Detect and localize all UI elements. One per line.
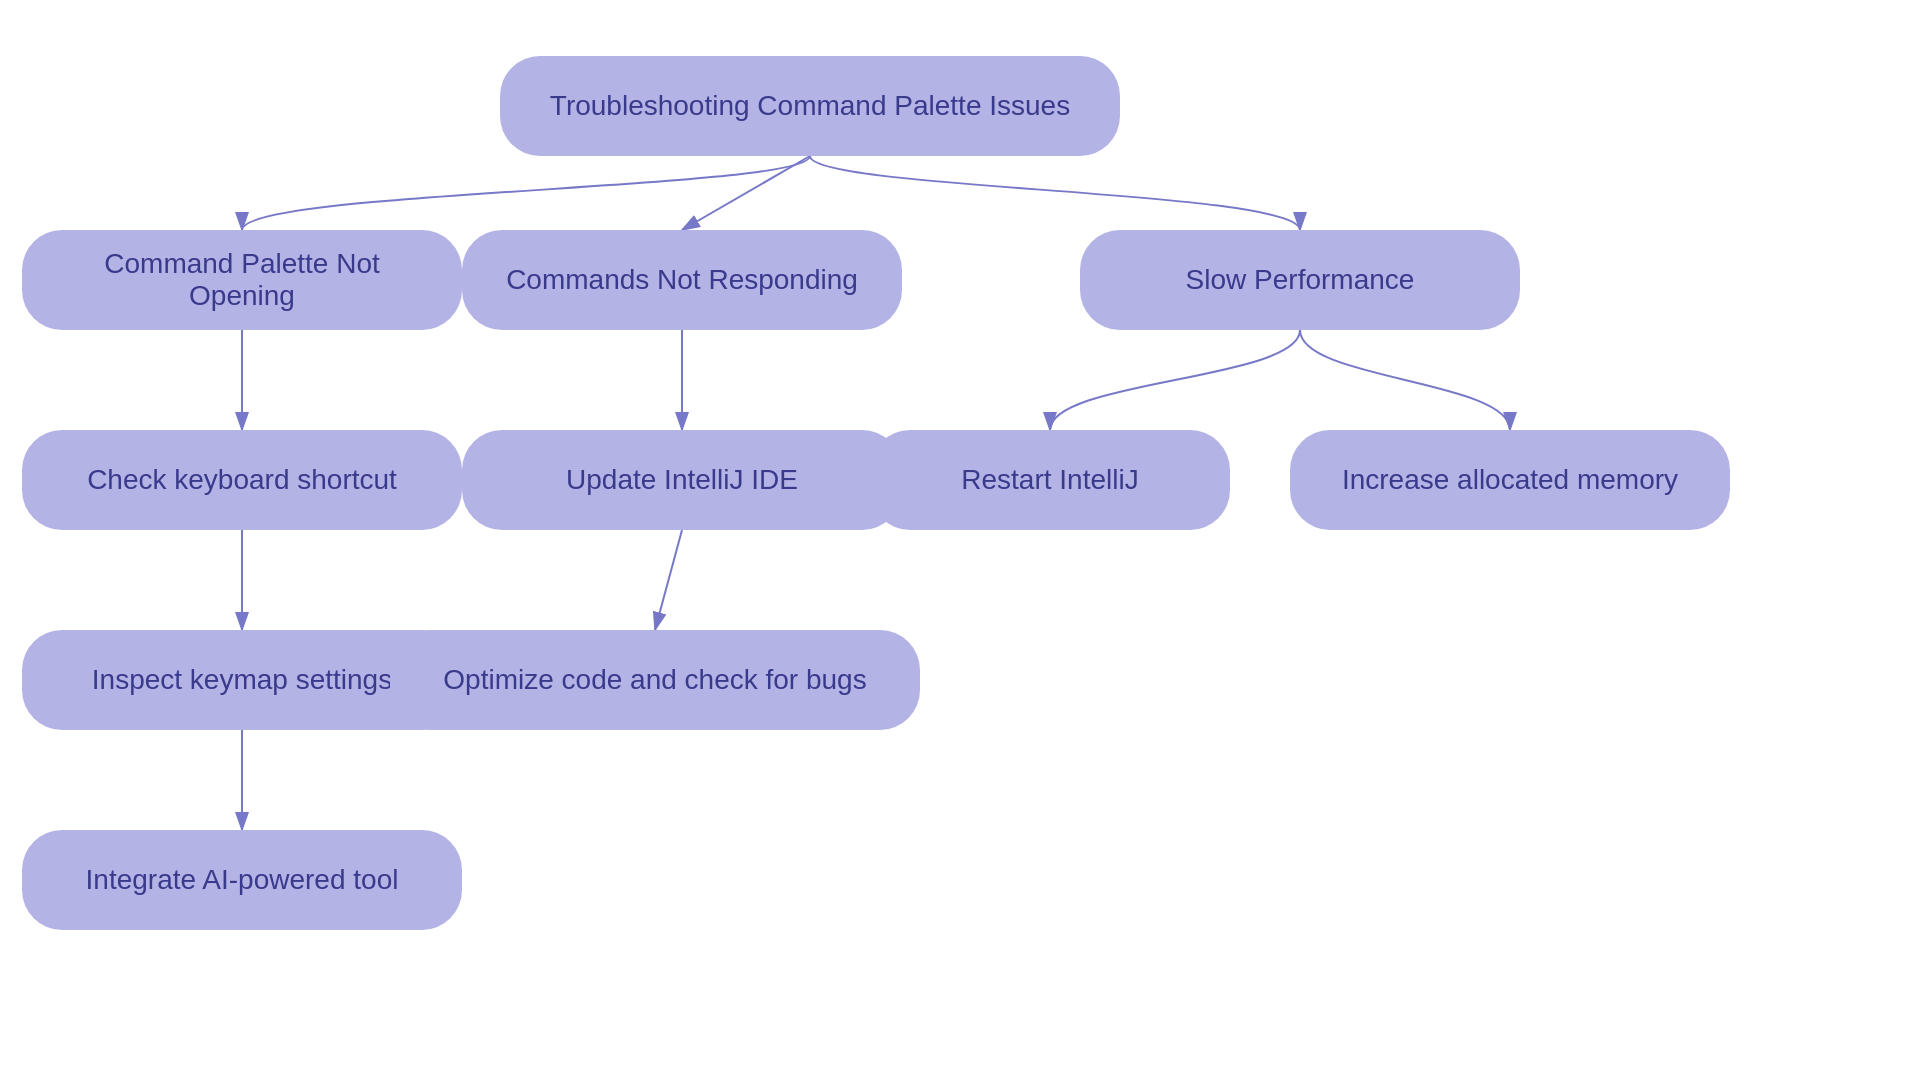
optimize-code-node: Optimize code and check for bugs bbox=[390, 630, 920, 730]
increase-memory-node: Increase allocated memory bbox=[1290, 430, 1730, 530]
integrate-ai-node: Integrate AI-powered tool bbox=[22, 830, 462, 930]
update-intellij-node: Update IntelliJ IDE bbox=[462, 430, 902, 530]
svg-line-5 bbox=[655, 530, 682, 630]
restart-intellij-node: Restart IntelliJ bbox=[870, 430, 1230, 530]
diagram: Troubleshooting Command Palette Issues C… bbox=[0, 0, 1920, 1083]
slow-performance-node: Slow Performance bbox=[1080, 230, 1520, 330]
not-opening-node: Command Palette Not Opening bbox=[22, 230, 462, 330]
not-responding-node: Commands Not Responding bbox=[462, 230, 902, 330]
root-node: Troubleshooting Command Palette Issues bbox=[500, 56, 1120, 156]
check-keyboard-node: Check keyboard shortcut bbox=[22, 430, 462, 530]
